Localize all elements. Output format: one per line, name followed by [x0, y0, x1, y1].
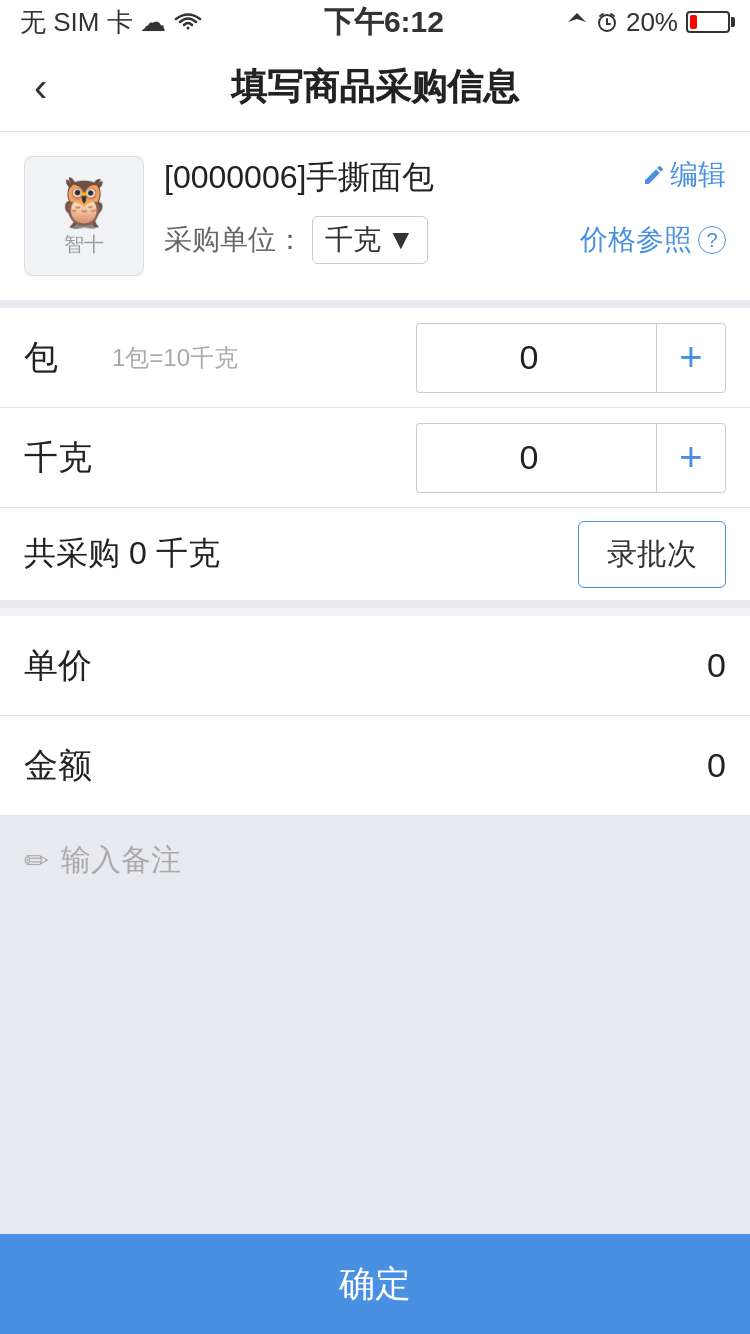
nav-bar: ‹ 填写商品采购信息: [0, 44, 750, 132]
status-bar: 无 SIM 卡 ☁ 下午6:12 20%: [0, 0, 750, 44]
status-right: 20%: [566, 7, 730, 38]
amount-value: 0: [707, 746, 726, 785]
page-title: 填写商品采购信息: [231, 63, 519, 112]
total-row: 共采购 0 千克 录批次: [0, 508, 750, 608]
unit-prefix: 采购单位：: [164, 221, 304, 259]
confirm-label: 确定: [339, 1260, 411, 1309]
batch-button[interactable]: 录批次: [578, 521, 726, 588]
product-name: [0000006]手撕面包: [164, 156, 434, 200]
edit-label: 编辑: [670, 156, 726, 194]
bag-label: 包: [24, 335, 104, 381]
back-button[interactable]: ‹: [24, 55, 57, 120]
price-ref-label: 价格参照: [580, 221, 692, 259]
kg-input[interactable]: [416, 423, 656, 493]
status-time: 下午6:12: [324, 2, 444, 43]
bag-sublabel: 1包=10千克: [112, 342, 238, 374]
kg-input-row: 千克 +: [0, 408, 750, 508]
amount-row: 金额 0: [0, 716, 750, 816]
location-icon: [566, 11, 588, 33]
product-image: 🦉 智十: [24, 156, 144, 276]
alarm-icon: [596, 11, 618, 33]
battery-indicator: [686, 11, 730, 33]
battery-percent: 20%: [626, 7, 678, 38]
product-header: [0000006]手撕面包 编辑: [164, 156, 726, 200]
product-card: 🦉 智十 [0000006]手撕面包 编辑 采购单位： 千克 ▼ 价格参照: [0, 132, 750, 308]
bag-input[interactable]: [416, 323, 656, 393]
sim-label: 无 SIM 卡 ☁: [20, 5, 166, 40]
confirm-button[interactable]: 确定: [0, 1234, 750, 1334]
product-image-sublabel: 智十: [64, 231, 104, 258]
input-section: 包 1包=10千克 + 千克 + 共采购 0 千克 录批次: [0, 308, 750, 608]
notes-placeholder: 输入备注: [61, 840, 181, 881]
kg-plus-button[interactable]: +: [656, 423, 726, 493]
unit-price-label: 单价: [24, 643, 92, 689]
unit-price-row: 单价 0: [0, 616, 750, 716]
wifi-icon: [174, 12, 202, 32]
notes-icon: ✏: [24, 843, 49, 878]
bag-plus-button[interactable]: +: [656, 323, 726, 393]
kg-label: 千克: [24, 435, 104, 481]
unit-value: 千克: [325, 221, 381, 259]
status-left: 无 SIM 卡 ☁: [20, 5, 202, 40]
price-ref-button[interactable]: 价格参照 ?: [580, 221, 726, 259]
bag-input-row: 包 1包=10千克 +: [0, 308, 750, 408]
unit-price-value: 0: [707, 646, 726, 685]
unit-select-dropdown[interactable]: 千克 ▼: [312, 216, 428, 264]
product-image-owl: 🦉: [54, 175, 114, 231]
amount-label: 金额: [24, 743, 92, 789]
bag-input-control: +: [416, 323, 726, 393]
help-icon: ?: [698, 226, 726, 254]
edit-icon: [642, 163, 666, 187]
product-unit-row: 采购单位： 千克 ▼ 价格参照 ?: [164, 216, 726, 264]
kg-input-control: +: [416, 423, 726, 493]
dropdown-icon: ▼: [387, 224, 415, 256]
notes-section[interactable]: ✏ 输入备注: [0, 816, 750, 905]
product-info: [0000006]手撕面包 编辑 采购单位： 千克 ▼ 价格参照 ?: [164, 156, 726, 264]
total-text: 共采购 0 千克: [24, 532, 220, 576]
unit-label: 采购单位： 千克 ▼: [164, 216, 428, 264]
info-section: 单价 0 金额 0: [0, 616, 750, 816]
edit-button[interactable]: 编辑: [642, 156, 726, 194]
